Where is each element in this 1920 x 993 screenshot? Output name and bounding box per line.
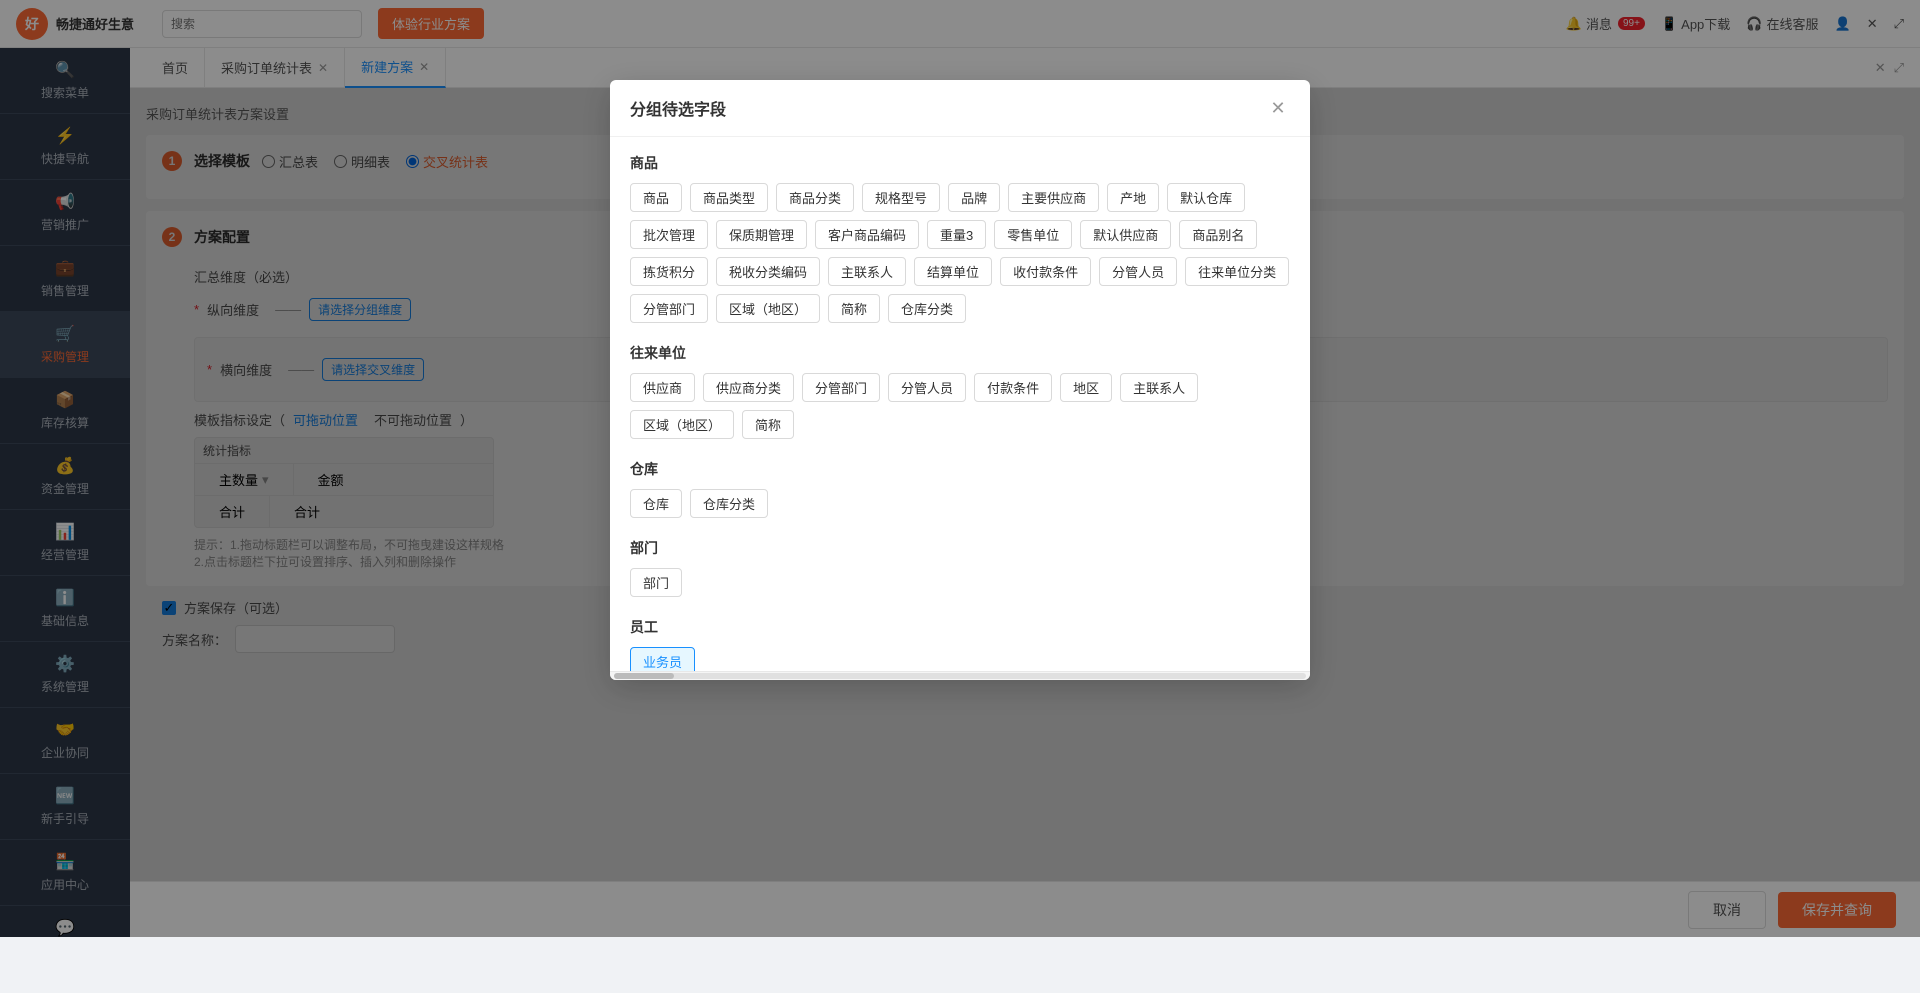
section-partner-title: 往来单位 [630, 343, 1290, 363]
section-employee-title: 员工 [630, 617, 1290, 637]
field-retail-unit[interactable]: 零售单位 [994, 220, 1072, 249]
field-product-alias[interactable]: 商品别名 [1179, 220, 1257, 249]
field-dept[interactable]: 部门 [630, 568, 682, 597]
section-partner: 往来单位 供应商 供应商分类 分管部门 分管人员 付款条件 地区 主联系人 区域… [630, 343, 1290, 439]
field-partner-staff[interactable]: 分管人员 [888, 373, 966, 402]
section-warehouse-fields: 仓库 仓库分类 [630, 489, 1290, 518]
section-warehouse-title: 仓库 [630, 459, 1290, 479]
modal-scrollbar-h[interactable] [610, 671, 1310, 680]
field-region-partner[interactable]: 地区 [1060, 373, 1112, 402]
h-scrollbar-thumb[interactable] [614, 673, 674, 679]
section-dept: 部门 部门 [630, 538, 1290, 597]
field-customer-code[interactable]: 客户商品编码 [815, 220, 919, 249]
field-tax-code[interactable]: 税收分类编码 [716, 257, 820, 286]
section-warehouse: 仓库 仓库 仓库分类 [630, 459, 1290, 518]
field-pick-score[interactable]: 拣货积分 [630, 257, 708, 286]
section-dept-fields: 部门 [630, 568, 1290, 597]
field-expiry-mgmt[interactable]: 保质期管理 [716, 220, 807, 249]
section-product-title: 商品 [630, 153, 1290, 173]
modal: 分组待选字段 ✕ 商品 商品 商品类型 商品分类 规格型号 品牌 主要供应商 产… [610, 80, 1310, 680]
section-partner-fields: 供应商 供应商分类 分管部门 分管人员 付款条件 地区 主联系人 区域（地区） … [630, 373, 1290, 439]
field-payment-condition[interactable]: 付款条件 [974, 373, 1052, 402]
field-warehouse-category[interactable]: 仓库分类 [690, 489, 768, 518]
field-region2-partner[interactable]: 区域（地区） [630, 410, 734, 439]
section-product: 商品 商品 商品类型 商品分类 规格型号 品牌 主要供应商 产地 默认仓库 批次… [630, 153, 1290, 323]
field-settlement-unit[interactable]: 结算单位 [914, 257, 992, 286]
field-spec-model[interactable]: 规格型号 [862, 183, 940, 212]
field-partner-dept[interactable]: 分管部门 [802, 373, 880, 402]
modal-body[interactable]: 商品 商品 商品类型 商品分类 规格型号 品牌 主要供应商 产地 默认仓库 批次… [610, 137, 1310, 671]
field-partner-category[interactable]: 往来单位分类 [1185, 257, 1289, 286]
field-default-warehouse[interactable]: 默认仓库 [1167, 183, 1245, 212]
field-weight3[interactable]: 重量3 [927, 220, 986, 249]
field-main-supplier[interactable]: 主要供应商 [1008, 183, 1099, 212]
modal-close-btn[interactable]: ✕ [1266, 96, 1290, 120]
field-batch-mgmt[interactable]: 批次管理 [630, 220, 708, 249]
field-supervisor-dept[interactable]: 分管部门 [630, 294, 708, 323]
field-product[interactable]: 商品 [630, 183, 682, 212]
field-abbr-product[interactable]: 简称 [828, 294, 880, 323]
section-employee-fields: 业务员 [630, 647, 1290, 671]
field-product-type[interactable]: 商品类型 [690, 183, 768, 212]
field-origin[interactable]: 产地 [1107, 183, 1159, 212]
modal-overlay: 分组待选字段 ✕ 商品 商品 商品类型 商品分类 规格型号 品牌 主要供应商 产… [0, 0, 1920, 937]
section-product-fields: 商品 商品类型 商品分类 规格型号 品牌 主要供应商 产地 默认仓库 批次管理 … [630, 183, 1290, 323]
field-supervisor-staff[interactable]: 分管人员 [1099, 257, 1177, 286]
field-region-product[interactable]: 区域（地区） [716, 294, 820, 323]
field-supplier-category[interactable]: 供应商分类 [703, 373, 794, 402]
modal-title: 分组待选字段 [630, 96, 726, 120]
field-product-category[interactable]: 商品分类 [776, 183, 854, 212]
field-brand[interactable]: 品牌 [948, 183, 1000, 212]
field-salesperson[interactable]: 业务员 [630, 647, 695, 671]
field-default-supplier[interactable]: 默认供应商 [1080, 220, 1171, 249]
modal-header: 分组待选字段 ✕ [610, 80, 1310, 137]
field-warehouse[interactable]: 仓库 [630, 489, 682, 518]
field-abbr-partner[interactable]: 简称 [742, 410, 794, 439]
field-supplier[interactable]: 供应商 [630, 373, 695, 402]
field-payment-terms[interactable]: 收付款条件 [1000, 257, 1091, 286]
section-employee: 员工 业务员 [630, 617, 1290, 671]
section-dept-title: 部门 [630, 538, 1290, 558]
field-main-contact[interactable]: 主联系人 [828, 257, 906, 286]
h-scrollbar-track[interactable] [614, 673, 1306, 679]
field-warehouse-category-product[interactable]: 仓库分类 [888, 294, 966, 323]
field-contact-partner[interactable]: 主联系人 [1120, 373, 1198, 402]
